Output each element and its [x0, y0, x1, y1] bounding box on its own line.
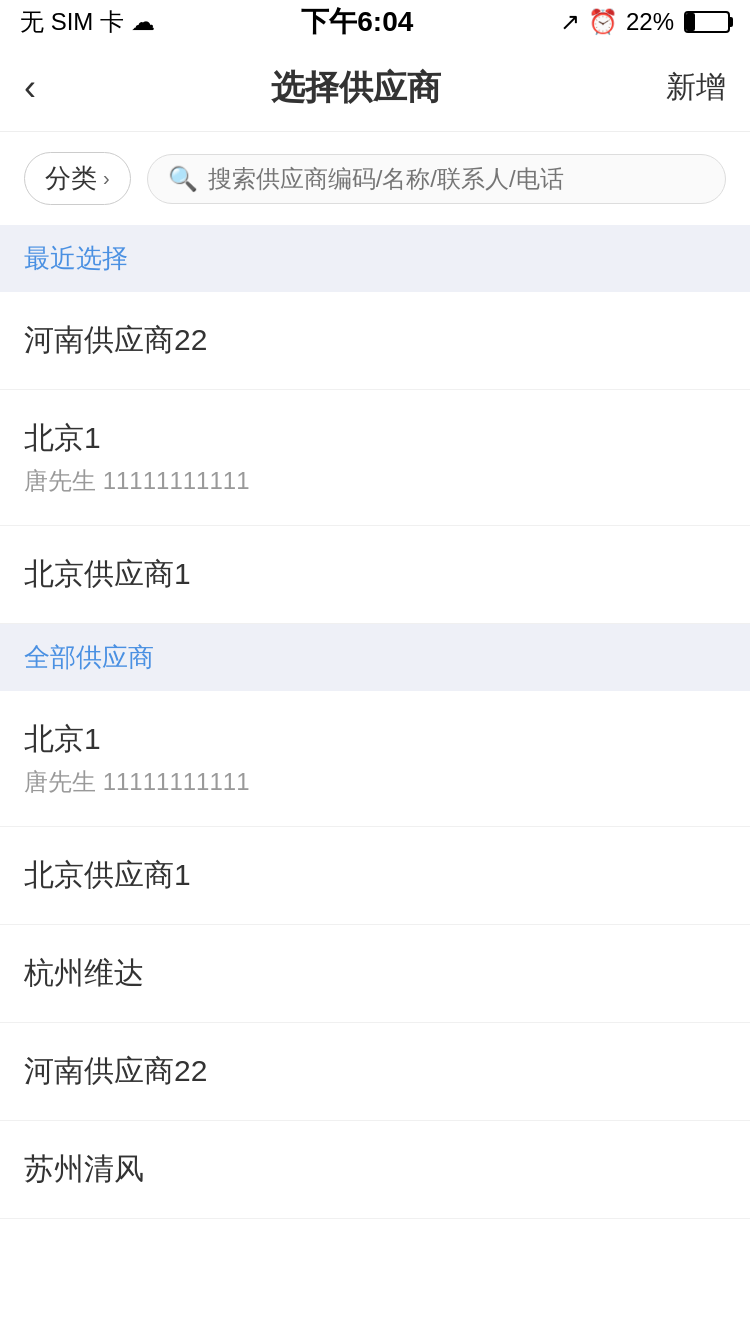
item-name: 北京1 [24, 418, 726, 459]
item-name: 河南供应商22 [24, 320, 726, 361]
page-title: 选择供应商 [46, 65, 666, 111]
add-button[interactable]: 新增 [666, 67, 726, 108]
back-button[interactable]: ‹ [14, 57, 46, 119]
list-item-a3[interactable]: 杭州维达 [0, 925, 750, 1023]
list-item-r3[interactable]: 北京供应商1 [0, 526, 750, 624]
section-header-recent: 最近选择 [0, 225, 750, 292]
item-name: 北京供应商1 [24, 855, 726, 896]
item-name: 北京1 [24, 719, 726, 760]
sim-label: 无 SIM 卡 ☁ [20, 6, 155, 38]
item-name: 杭州维达 [24, 953, 726, 994]
list-item-r2[interactable]: 北京1 唐先生 11111111111 [0, 390, 750, 526]
search-input[interactable] [208, 165, 705, 193]
item-sub: 唐先生 11111111111 [24, 766, 726, 798]
nav-bar: ‹ 选择供应商 新增 [0, 44, 750, 132]
status-right: ↗ ⏰ 22% [560, 8, 730, 36]
search-icon: 🔍 [168, 165, 198, 193]
battery-percent: 22% [626, 8, 674, 36]
category-filter-button[interactable]: 分类 › [24, 152, 131, 205]
status-time: 下午6:04 [301, 3, 413, 41]
sections-container: 最近选择河南供应商22 北京1 唐先生 11111111111 北京供应商1 全部供应商… [0, 225, 750, 1219]
alarm-icon: ⏰ [588, 8, 618, 36]
list-item-a1[interactable]: 北京1 唐先生 11111111111 [0, 691, 750, 827]
list-item-r1[interactable]: 河南供应商22 [0, 292, 750, 390]
search-box[interactable]: 🔍 [147, 154, 726, 204]
section-header-all: 全部供应商 [0, 624, 750, 691]
status-left: 无 SIM 卡 ☁ [20, 6, 155, 38]
list-item-a4[interactable]: 河南供应商22 [0, 1023, 750, 1121]
filter-bar: 分类 › 🔍 [0, 132, 750, 225]
list-item-a5[interactable]: 苏州清风 [0, 1121, 750, 1219]
item-sub: 唐先生 11111111111 [24, 465, 726, 497]
item-name: 苏州清风 [24, 1149, 726, 1190]
location-icon: ↗ [560, 8, 580, 36]
category-arrow-icon: › [103, 167, 110, 190]
battery-icon [684, 11, 730, 33]
status-bar: 无 SIM 卡 ☁ 下午6:04 ↗ ⏰ 22% [0, 0, 750, 44]
item-name: 北京供应商1 [24, 554, 726, 595]
item-name: 河南供应商22 [24, 1051, 726, 1092]
category-label: 分类 [45, 161, 97, 196]
list-item-a2[interactable]: 北京供应商1 [0, 827, 750, 925]
